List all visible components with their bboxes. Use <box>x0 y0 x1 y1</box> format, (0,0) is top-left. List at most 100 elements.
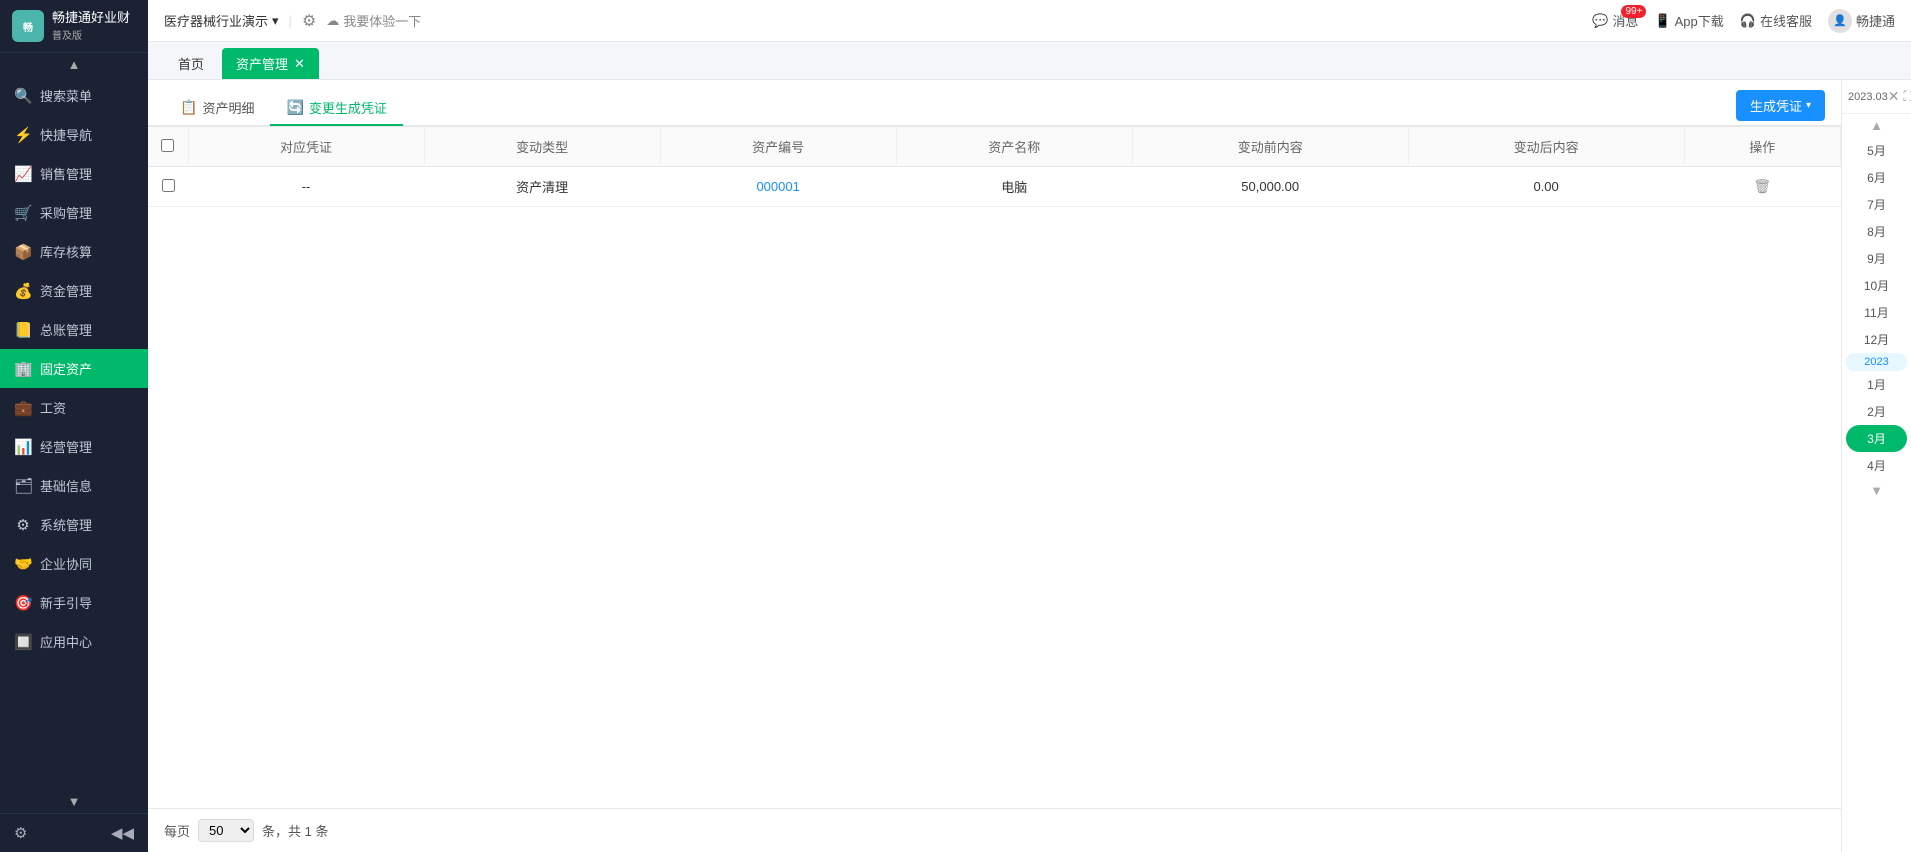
company-selector[interactable]: 医疗器械行业演示 ▾ <box>164 11 279 30</box>
sidebar-item-label: 固定资产 <box>40 359 92 378</box>
dropdown-icon: ▾ <box>272 13 279 29</box>
sidebar-item-guide[interactable]: 🎯 新手引导 <box>0 583 148 622</box>
subtab-change-voucher[interactable]: 🔄 变更生成凭证 <box>270 91 402 126</box>
sidebar-item-salary[interactable]: 💼 工资 <box>0 388 148 427</box>
sidebar-item-system[interactable]: ⚙ 系统管理 <box>0 505 148 544</box>
sidebar-item-label: 经营管理 <box>40 437 92 456</box>
user-profile-btn[interactable]: 👤 畅捷通 <box>1828 9 1895 33</box>
collapse-icon[interactable]: ◀◀ <box>111 824 134 842</box>
sidebar-item-label: 库存核算 <box>40 242 92 261</box>
calendar-month-12[interactable]: 12月 <box>1846 326 1907 353</box>
tab-close-icon[interactable]: ✕ <box>294 56 305 72</box>
delete-row-icon[interactable]: 🗑 <box>1753 178 1771 194</box>
table-header-row: 对应凭证 变动类型 资产编号 资产名称 <box>148 127 1841 167</box>
calendar-down-arrow[interactable]: ▼ <box>1846 479 1907 502</box>
sidebar-item-basic-info[interactable]: 🗂 基础信息 <box>0 466 148 505</box>
sidebar-scroll-down[interactable]: ▼ <box>0 790 148 813</box>
sidebar-item-label: 新手引导 <box>40 593 92 612</box>
sidebar-item-quicknav[interactable]: ⚡ 快捷导航 <box>0 115 148 154</box>
calendar-month-8[interactable]: 8月 <box>1846 218 1907 245</box>
calendar-month-2023-2[interactable]: 2月 <box>1846 398 1907 425</box>
calendar-month-6[interactable]: 6月 <box>1846 164 1907 191</box>
subtab-left: 📋 资产明细 🔄 变更生成凭证 <box>164 91 403 124</box>
tab-asset-management[interactable]: 资产管理 ✕ <box>222 48 319 79</box>
row-after-content: 0.00 <box>1408 167 1684 207</box>
avatar: 👤 <box>1828 9 1852 33</box>
calendar-month-9[interactable]: 9月 <box>1846 245 1907 272</box>
content-main: 📋 资产明细 🔄 变更生成凭证 生成凭证 ▾ <box>148 80 1841 852</box>
right-panel-expand-btn[interactable]: ⛶ <box>1904 88 1911 105</box>
calendar-month-11[interactable]: 11月 <box>1846 299 1907 326</box>
inventory-icon: 📦 <box>14 243 32 261</box>
total-records: 条，共 1 条 <box>262 821 328 840</box>
topbar-divider: | <box>289 13 292 28</box>
app-download-label: App下载 <box>1675 11 1724 30</box>
change-voucher-icon: 🔄 <box>286 99 303 116</box>
sidebar-scroll-up[interactable]: ▲ <box>0 53 148 76</box>
sidebar-item-label: 采购管理 <box>40 203 92 222</box>
per-page-label: 每页 <box>164 821 190 840</box>
headset-icon: 🎧 <box>1740 13 1756 29</box>
operations-icon: 📊 <box>14 438 32 456</box>
calendar-month-2023-1[interactable]: 1月 <box>1846 371 1907 398</box>
row-action-cell: 🗑 <box>1684 167 1840 207</box>
row-checkbox[interactable] <box>162 179 175 192</box>
tabbar: 首页 资产管理 ✕ <box>148 42 1911 80</box>
row-asset-code[interactable]: 000001 <box>660 167 896 207</box>
sidebar-nav: 🔍 搜索菜单 ⚡ 快捷导航 📈 销售管理 🛒 采购管理 📦 库存核算 💰 资金管… <box>0 76 148 790</box>
guide-icon: 🎯 <box>14 594 32 612</box>
calendar-month-2023-3[interactable]: 3月 <box>1846 425 1907 452</box>
message-icon: 💬 <box>1592 13 1608 29</box>
select-all-checkbox[interactable] <box>161 139 174 152</box>
basic-info-icon: 🗂 <box>14 477 32 495</box>
table-col-asset-name: 资产名称 <box>896 127 1132 167</box>
experience-button[interactable]: ☁ 我要体验一下 <box>326 11 421 30</box>
sales-icon: 📈 <box>14 165 32 183</box>
sidebar-item-finance[interactable]: 💰 资金管理 <box>0 271 148 310</box>
right-panel-close-btn[interactable]: ✕ <box>1888 88 1900 105</box>
app-download-btn[interactable]: 📱 App下载 <box>1654 11 1723 30</box>
calendar-month-2023-4[interactable]: 4月 <box>1846 452 1907 479</box>
calendar-month-5[interactable]: 5月 <box>1846 137 1907 164</box>
table-footer: 每页 10 20 50 100 条，共 1 条 <box>148 808 1841 852</box>
sidebar-item-ledger[interactable]: 📒 总账管理 <box>0 310 148 349</box>
online-support-btn[interactable]: 🎧 在线客服 <box>1740 11 1812 30</box>
subtab-asset-detail[interactable]: 📋 资产明细 <box>164 91 270 126</box>
row-voucher: -- <box>188 167 424 207</box>
calendar-month-10[interactable]: 10月 <box>1846 272 1907 299</box>
table-row: -- 资产清理 000001 电脑 50,000.00 0.00 🗑 <box>148 167 1841 207</box>
generate-voucher-button[interactable]: 生成凭证 ▾ <box>1736 90 1825 121</box>
sidebar-item-inventory[interactable]: 📦 库存核算 <box>0 232 148 271</box>
row-asset-name: 电脑 <box>896 167 1132 207</box>
settings-bottom-icon[interactable]: ⚙ <box>14 824 27 842</box>
topbar-settings-icon[interactable]: ⚙ <box>302 11 316 31</box>
sidebar-item-operations[interactable]: 📊 经营管理 <box>0 427 148 466</box>
content-area: 📋 资产明细 🔄 变更生成凭证 生成凭证 ▾ <box>148 80 1911 852</box>
calendar-up-arrow[interactable]: ▲ <box>1846 114 1907 137</box>
messages-badge: 99+ <box>1621 5 1646 18</box>
collab-icon: 🤝 <box>14 555 32 573</box>
table-col-after: 变动后内容 <box>1408 127 1684 167</box>
sidebar-item-purchase[interactable]: 🛒 采购管理 <box>0 193 148 232</box>
tab-home-label: 首页 <box>178 57 204 72</box>
sidebar-item-search[interactable]: 🔍 搜索菜单 <box>0 76 148 115</box>
tab-home[interactable]: 首页 <box>164 48 218 79</box>
row-before-content: 50,000.00 <box>1132 167 1408 207</box>
sidebar-item-label: 资金管理 <box>40 281 92 300</box>
sidebar-item-label: 快捷导航 <box>40 125 92 144</box>
app-version: 普及版 <box>52 27 130 42</box>
sidebar-item-collab[interactable]: 🤝 企业协同 <box>0 544 148 583</box>
sidebar-item-fixed-assets[interactable]: 🏢 固定资产 <box>0 349 148 388</box>
messages-btn[interactable]: 💬 消息 99+ <box>1592 11 1638 30</box>
per-page-select[interactable]: 10 20 50 100 <box>198 819 254 842</box>
logo-icon: 畅 <box>12 10 44 42</box>
row-checkbox-cell <box>148 167 188 207</box>
calendar-month-7[interactable]: 7月 <box>1846 191 1907 218</box>
sidebar-item-appstore[interactable]: 🔲 应用中心 <box>0 622 148 661</box>
sidebar-item-sales[interactable]: 📈 销售管理 <box>0 154 148 193</box>
calendar-year-2023[interactable]: 2023 <box>1846 353 1907 371</box>
table-header-checkbox <box>148 127 188 167</box>
finance-icon: 💰 <box>14 282 32 300</box>
generate-btn-label: 生成凭证 <box>1750 96 1802 115</box>
subtab-asset-detail-label: 资产明细 <box>202 98 254 117</box>
